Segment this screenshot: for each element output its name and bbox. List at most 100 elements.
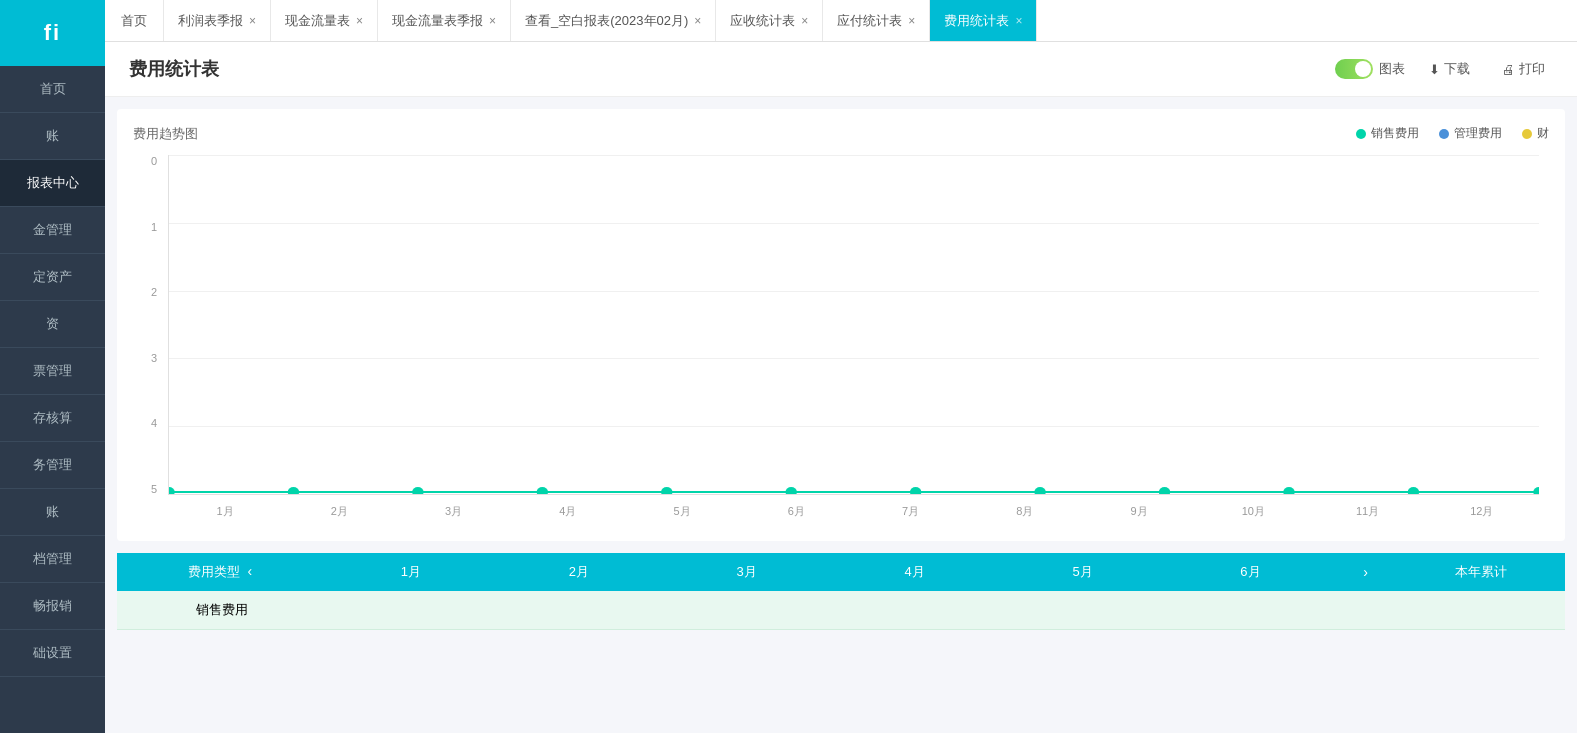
sidebar-item-expense[interactable]: 畅报销 — [0, 583, 105, 630]
legend-dot-admin — [1439, 129, 1449, 139]
page-actions: 图表 ⬇ 下载 🖨 打印 — [1335, 56, 1553, 82]
sidebar-item-account[interactable]: 账 — [0, 113, 105, 160]
sidebar-item-report[interactable]: 报表中心 — [0, 160, 105, 207]
y-label-2: 2 — [133, 286, 163, 298]
chart-toggle[interactable] — [1335, 59, 1373, 79]
download-icon: ⬇ — [1429, 62, 1440, 77]
tab-bar: 首页 利润表季报 × 现金流量表 × 现金流量表季报 × 查看_空白报表(202… — [105, 0, 1577, 42]
tab-close-cashflow-quarter[interactable]: × — [489, 14, 496, 28]
data-table: 费用类型 ‹ 1月 2月 3月 4月 5月 6月 › 本年累计 — [117, 553, 1565, 630]
th-month-2: 2月 — [495, 553, 663, 591]
sidebar-item-fixed-asset[interactable]: 定资产 — [0, 254, 105, 301]
th-month-5: 5月 — [999, 553, 1167, 591]
tab-payable[interactable]: 应付统计表 × — [823, 0, 930, 42]
svg-point-3 — [537, 487, 548, 494]
table-row-sales: 销售费用 — [117, 591, 1565, 630]
print-button[interactable]: 🖨 打印 — [1494, 56, 1553, 82]
tab-blank-report[interactable]: 查看_空白报表(2023年02月) × — [511, 0, 716, 42]
th-nav-next[interactable]: › — [1334, 553, 1397, 591]
download-button[interactable]: ⬇ 下载 — [1421, 56, 1478, 82]
tab-cashflow[interactable]: 现金流量表 × — [271, 0, 378, 42]
legend-sales: 销售费用 — [1356, 125, 1419, 142]
sidebar-item-settings[interactable]: 础设置 — [0, 630, 105, 677]
svg-point-5 — [786, 487, 797, 494]
chart-inner — [168, 155, 1539, 495]
sidebar-item-salary[interactable]: 资 — [0, 301, 105, 348]
y-label-5: 5 — [133, 483, 163, 495]
page-header: 费用统计表 图表 ⬇ 下载 🖨 打印 — [105, 42, 1577, 97]
sidebar-item-file[interactable]: 档管理 — [0, 536, 105, 583]
td-sales-total — [1397, 591, 1565, 630]
tab-close-expense-stat[interactable]: × — [1015, 14, 1022, 28]
legend-label-finance: 财 — [1537, 125, 1549, 142]
table-section: 费用类型 ‹ 1月 2月 3月 4月 5月 6月 › 本年累计 — [117, 553, 1565, 630]
svg-point-11 — [1533, 487, 1539, 494]
sidebar-item-inventory[interactable]: 存核算 — [0, 395, 105, 442]
x-label-4: 4月 — [511, 504, 625, 519]
legend-finance: 财 — [1522, 125, 1549, 142]
x-label-12: 12月 — [1425, 504, 1539, 519]
tab-close-profit[interactable]: × — [249, 14, 256, 28]
legend-dot-finance — [1522, 129, 1532, 139]
x-label-6: 6月 — [739, 504, 853, 519]
tab-close-cashflow[interactable]: × — [356, 14, 363, 28]
y-label-1: 1 — [133, 221, 163, 233]
chart-toggle-label: 图表 — [1379, 60, 1405, 78]
svg-point-9 — [1283, 487, 1294, 494]
td-sales-m3 — [663, 591, 831, 630]
x-label-7: 7月 — [854, 504, 968, 519]
nav-prev-button[interactable]: ‹ — [243, 563, 256, 579]
svg-point-10 — [1408, 487, 1419, 494]
page-title: 费用统计表 — [129, 57, 219, 81]
chart-section: 费用趋势图 销售费用 管理费用 财 — [117, 109, 1565, 541]
y-label-4: 4 — [133, 417, 163, 429]
x-label-1: 1月 — [168, 504, 282, 519]
th-type: 费用类型 ‹ — [117, 553, 327, 591]
svg-point-8 — [1159, 487, 1170, 494]
th-month-6: 6月 — [1167, 553, 1335, 591]
tab-profit[interactable]: 利润表季报 × — [164, 0, 271, 42]
x-label-9: 9月 — [1082, 504, 1196, 519]
chart-y-axis: 5 4 3 2 1 0 — [133, 155, 163, 495]
x-label-11: 11月 — [1311, 504, 1425, 519]
tab-cashflow-quarter[interactable]: 现金流量表季报 × — [378, 0, 511, 42]
tab-home[interactable]: 首页 — [105, 0, 164, 42]
th-total: 本年累计 — [1397, 553, 1565, 591]
main-area: 首页 利润表季报 × 现金流量表 × 现金流量表季报 × 查看_空白报表(202… — [105, 0, 1577, 733]
chart-toggle-wrap: 图表 — [1335, 59, 1405, 79]
sidebar-item-ledger[interactable]: 账 — [0, 489, 105, 536]
tab-close-blank-report[interactable]: × — [694, 14, 701, 28]
content-area: 费用统计表 图表 ⬇ 下载 🖨 打印 费用趋势图 — [105, 42, 1577, 733]
legend-label-admin: 管理费用 — [1454, 125, 1502, 142]
download-label: 下载 — [1444, 60, 1470, 78]
tab-expense-stat[interactable]: 费用统计表 × — [930, 0, 1037, 42]
th-month-4: 4月 — [831, 553, 999, 591]
chart-title: 费用趋势图 — [133, 125, 198, 143]
nav-next-button[interactable]: › — [1359, 564, 1372, 580]
td-sales-m6 — [1167, 591, 1335, 630]
sidebar-item-fund[interactable]: 金管理 — [0, 207, 105, 254]
th-month-1: 1月 — [327, 553, 495, 591]
tab-close-payable[interactable]: × — [908, 14, 915, 28]
chart-x-axis: 1月 2月 3月 4月 5月 6月 7月 8月 9月 10月 11月 12月 — [168, 497, 1539, 525]
y-label-0: 0 — [133, 155, 163, 167]
sidebar-item-service[interactable]: 务管理 — [0, 442, 105, 489]
legend-admin: 管理费用 — [1439, 125, 1502, 142]
y-label-3: 3 — [133, 352, 163, 364]
sidebar-logo: fi — [0, 0, 105, 66]
sidebar-item-home[interactable]: 首页 — [0, 66, 105, 113]
tab-close-receivable[interactable]: × — [801, 14, 808, 28]
print-label: 打印 — [1519, 60, 1545, 78]
svg-point-0 — [169, 487, 175, 494]
sidebar-item-invoice[interactable]: 票管理 — [0, 348, 105, 395]
x-label-3: 3月 — [397, 504, 511, 519]
chart-legend: 销售费用 管理费用 财 — [1356, 125, 1549, 142]
svg-point-4 — [661, 487, 672, 494]
chart-container: 5 4 3 2 1 0 — [133, 155, 1549, 525]
td-sales-m4 — [831, 591, 999, 630]
td-sales-m5 — [999, 591, 1167, 630]
legend-label-sales: 销售费用 — [1371, 125, 1419, 142]
x-label-5: 5月 — [625, 504, 739, 519]
tab-receivable[interactable]: 应收统计表 × — [716, 0, 823, 42]
td-sales-m1 — [327, 591, 495, 630]
